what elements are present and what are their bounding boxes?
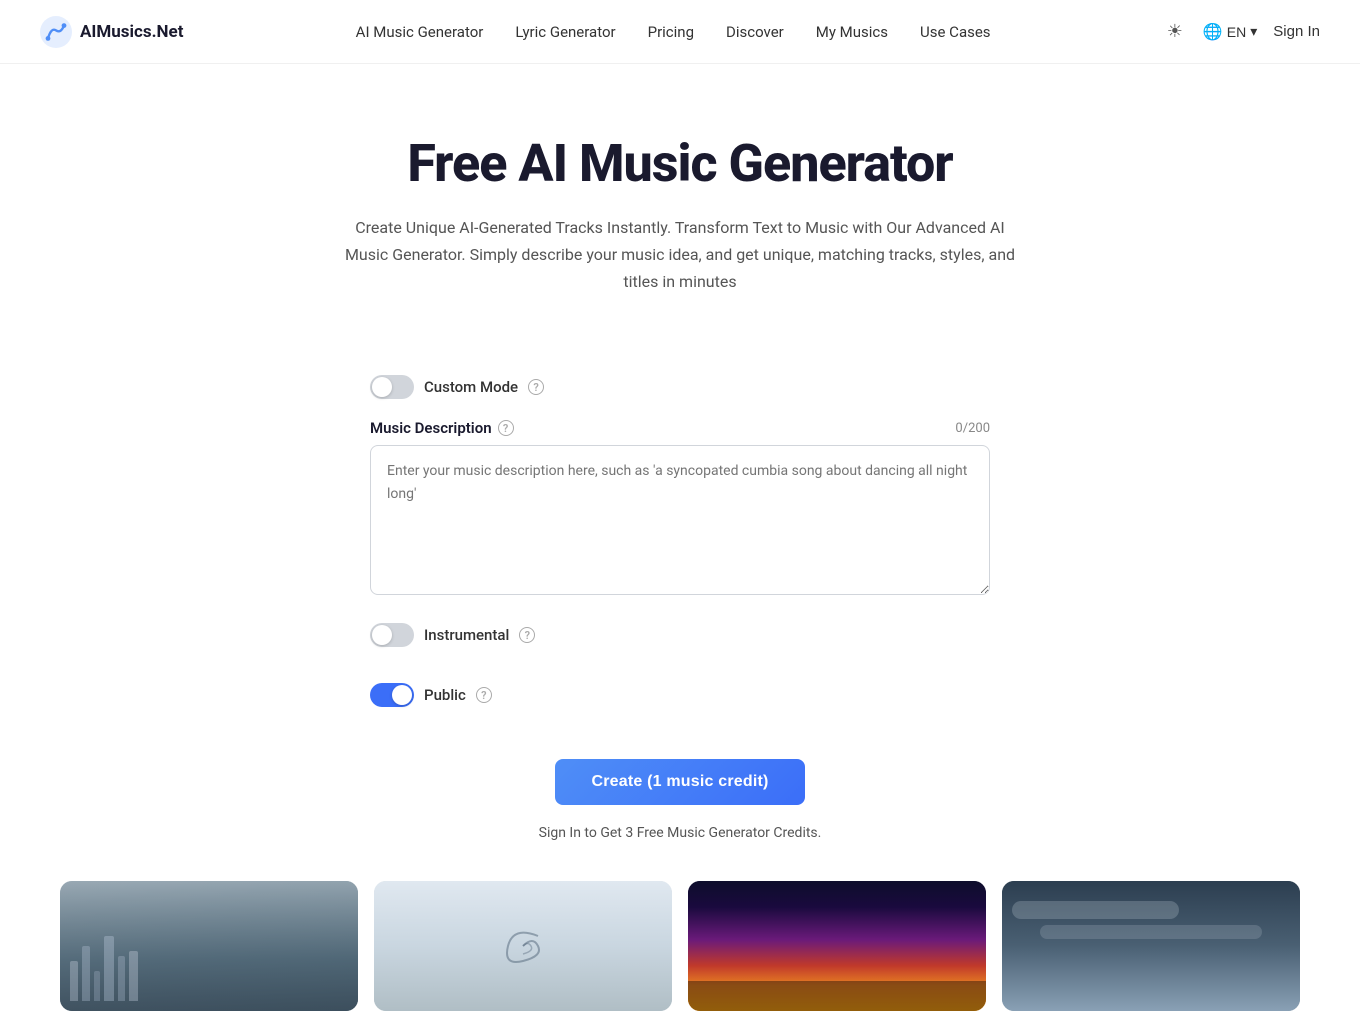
music-description-textarea[interactable] — [370, 445, 990, 595]
public-row: Public ? — [370, 683, 990, 707]
generator-form: Custom Mode ? Music Description ? 0/200 … — [350, 375, 1010, 841]
language-selector[interactable]: 🌐 EN ▾ — [1203, 22, 1257, 42]
logo-icon — [40, 16, 72, 48]
hero-subtitle: Create Unique AI-Generated Tracks Instan… — [340, 214, 1020, 296]
logo-text: AIMusics.Net — [80, 22, 183, 42]
chevron-down-icon: ▾ — [1250, 23, 1257, 40]
abstract-spiral-icon — [483, 906, 563, 986]
music-description-help-icon[interactable]: ? — [498, 420, 514, 436]
nav-link-use-cases[interactable]: Use Cases — [920, 23, 991, 41]
music-description-field: Music Description ? 0/200 — [370, 419, 990, 599]
nav-link-ai-music-generator[interactable]: AI Music Generator — [356, 23, 484, 41]
hero-title: Free AI Music Generator — [20, 134, 1340, 194]
public-toggle[interactable] — [370, 683, 414, 707]
music-description-header: Music Description ? 0/200 — [370, 419, 990, 437]
hero-section: Free AI Music Generator Create Unique AI… — [0, 64, 1360, 335]
translate-icon: 🌐 — [1203, 22, 1223, 42]
nav-right: ☀ 🌐 EN ▾ Sign In — [1163, 17, 1320, 46]
sample-cards — [0, 841, 1360, 1011]
sign-in-button[interactable]: Sign In — [1273, 23, 1320, 40]
card-sunset — [688, 881, 986, 1011]
public-help-icon[interactable]: ? — [476, 687, 492, 703]
card-clouds — [1002, 881, 1300, 1011]
nav-links: AI Music Generator Lyric Generator Prici… — [356, 23, 991, 41]
nav-link-my-musics[interactable]: My Musics — [816, 23, 888, 41]
custom-mode-toggle-knob — [372, 377, 392, 397]
char-count: 0/200 — [955, 421, 990, 436]
custom-mode-label: Custom Mode — [424, 378, 518, 396]
instrumental-row: Instrumental ? — [370, 623, 990, 647]
signin-note: Sign In to Get 3 Free Music Generator Cr… — [370, 825, 990, 841]
custom-mode-help-icon[interactable]: ? — [528, 379, 544, 395]
instrumental-toggle[interactable] — [370, 623, 414, 647]
theme-toggle-button[interactable]: ☀ — [1163, 17, 1187, 46]
bottom-toggles: Instrumental ? Public ? — [370, 623, 990, 727]
music-description-label: Music Description ? — [370, 419, 514, 437]
card-abstract — [374, 881, 672, 1011]
nav-link-discover[interactable]: Discover — [726, 23, 784, 41]
custom-mode-toggle[interactable] — [370, 375, 414, 399]
lang-label: EN — [1227, 24, 1246, 40]
custom-mode-row: Custom Mode ? — [370, 375, 990, 399]
instrumental-toggle-knob — [372, 625, 392, 645]
instrumental-label: Instrumental — [424, 626, 509, 644]
navbar: AIMusics.Net AI Music Generator Lyric Ge… — [0, 0, 1360, 64]
nav-link-lyric-generator[interactable]: Lyric Generator — [515, 23, 615, 41]
instrumental-help-icon[interactable]: ? — [519, 627, 535, 643]
card-city — [60, 881, 358, 1011]
create-button[interactable]: Create (1 music credit) — [555, 759, 804, 805]
public-label: Public — [424, 686, 466, 704]
nav-link-pricing[interactable]: Pricing — [648, 23, 694, 41]
logo[interactable]: AIMusics.Net — [40, 16, 183, 48]
public-toggle-knob — [392, 685, 412, 705]
